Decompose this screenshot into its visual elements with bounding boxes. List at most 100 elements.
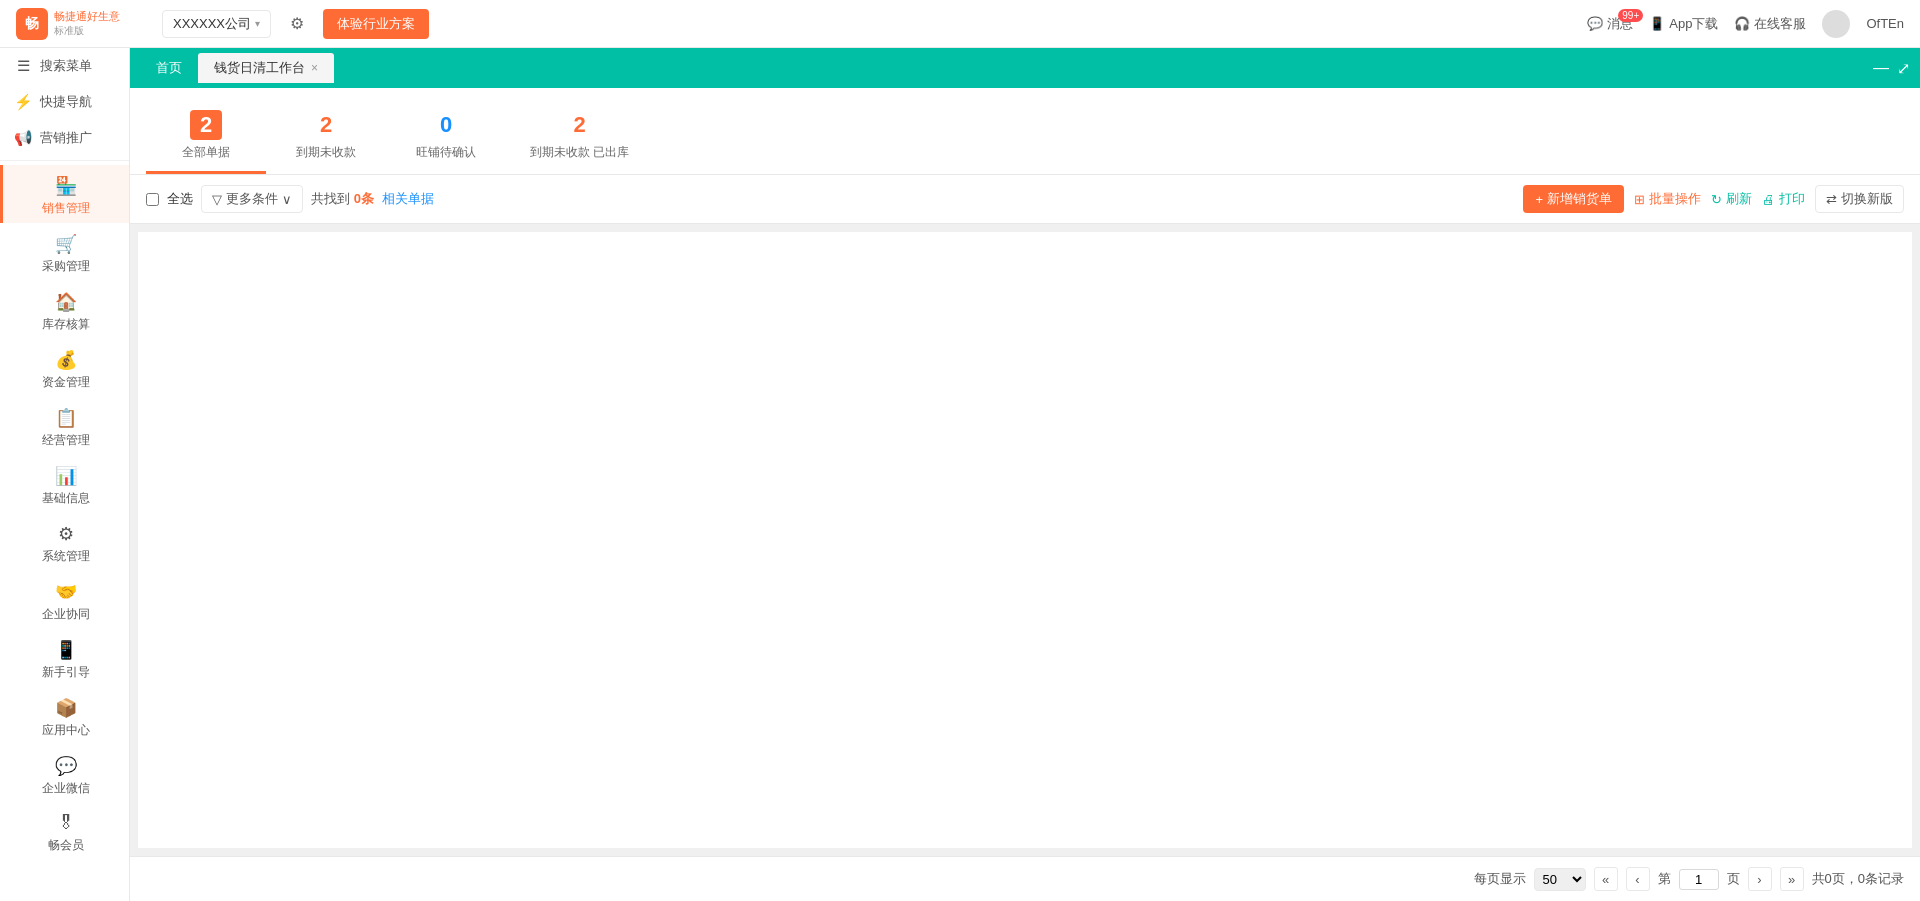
logo-area: 畅 畅捷通好生意 标准版: [16, 8, 146, 40]
company-selector[interactable]: XXXXXX公司 ▾: [162, 10, 271, 38]
stat-number-overdue-out: 2: [566, 110, 594, 140]
sidebar-item-marketing[interactable]: 📢 营销推广: [0, 120, 129, 156]
switch-icon: ⇄: [1826, 192, 1837, 207]
top-bar: 畅 畅捷通好生意 标准版 XXXXXX公司 ▾ ⚙ 体验行业方案 💬 消息 99…: [0, 0, 1920, 48]
logo-sub: 标准版: [54, 24, 120, 38]
sidebar-item-wechat[interactable]: 💬 企业微信: [0, 745, 129, 803]
logo-icon: 畅: [16, 8, 48, 40]
operations-icon: 📋: [55, 407, 77, 429]
sidebar-item-basic[interactable]: 📊 基础信息: [0, 455, 129, 513]
purchase-icon: 🛒: [55, 233, 77, 255]
online-service-button[interactable]: 🎧 在线客服: [1734, 15, 1806, 33]
pagination: 每页显示 50 100 200 « ‹ 第 页 › » 共0页，0条记录: [130, 856, 1920, 901]
tab-minimize-icon[interactable]: —: [1873, 59, 1889, 78]
member-icon: 🎖: [57, 813, 75, 834]
refresh-button[interactable]: ↻ 刷新: [1711, 190, 1752, 208]
page-input[interactable]: [1679, 869, 1719, 890]
stat-number-all: 2: [190, 110, 222, 140]
stat-label-pending: 旺铺待确认: [416, 144, 476, 161]
page-suffix: 页: [1727, 870, 1740, 888]
filter-icon: ▽: [212, 192, 222, 207]
first-page-button[interactable]: «: [1594, 867, 1618, 891]
settings-icon[interactable]: ⚙: [281, 8, 313, 40]
search-icon: ☰: [14, 57, 32, 75]
stat-label-all: 全部单据: [182, 144, 230, 161]
sidebar-item-operations[interactable]: 📋 经营管理: [0, 397, 129, 455]
total-records: 共0页，0条记录: [1812, 870, 1904, 888]
chevron-down-icon: ▾: [255, 18, 260, 29]
prev-page-button[interactable]: ‹: [1626, 867, 1650, 891]
tab-close-icon[interactable]: ×: [311, 61, 318, 75]
found-text: 共找到 0条: [311, 190, 374, 208]
message-icon: 💬: [1587, 16, 1603, 31]
print-button[interactable]: 🖨 打印: [1762, 190, 1805, 208]
stat-number-overdue: 2: [312, 110, 340, 140]
sales-icon: 🏪: [55, 175, 77, 197]
stat-card-overdue-out[interactable]: 2 到期未收款 已出库: [506, 100, 653, 174]
sidebar: ☰ 搜索菜单 ⚡ 快捷导航 📢 营销推广 🏪 销售管理 🛒 采购管理 🏠 库存核…: [0, 48, 130, 901]
select-all-label: 全选: [167, 190, 193, 208]
per-page-label: 每页显示: [1474, 870, 1526, 888]
layout: ☰ 搜索菜单 ⚡ 快捷导航 📢 营销推广 🏪 销售管理 🛒 采购管理 🏠 库存核…: [0, 48, 1920, 901]
basic-icon: 📊: [55, 465, 77, 487]
sidebar-item-search[interactable]: ☰ 搜索菜单: [0, 48, 129, 84]
toolbar-right: + 新增销货单 ⊞ 批量操作 ↻ 刷新 🖨 打印: [1523, 185, 1904, 213]
stat-card-all[interactable]: 2 全部单据: [146, 100, 266, 174]
sidebar-item-sales[interactable]: 🏪 销售管理: [0, 165, 129, 223]
tab-bar: 首页 钱货日清工作台 × — ⤢: [130, 48, 1920, 88]
avatar[interactable]: [1822, 10, 1850, 38]
app-download-button[interactable]: 📱 App下载: [1649, 15, 1718, 33]
sidebar-item-system[interactable]: ⚙ 系统管理: [0, 513, 129, 571]
sidebar-item-apps[interactable]: 📦 应用中心: [0, 687, 129, 745]
select-all-checkbox[interactable]: [146, 193, 159, 206]
message-button[interactable]: 💬 消息 99+: [1587, 15, 1633, 33]
add-sale-button[interactable]: + 新增销货单: [1523, 185, 1624, 213]
stat-label-overdue-out: 到期未收款 已出库: [530, 144, 629, 161]
sidebar-item-purchase[interactable]: 🛒 采购管理: [0, 223, 129, 281]
toolbar-left: 全选 ▽ 更多条件 ∨ 共找到 0条 相关单据: [146, 185, 1513, 213]
sidebar-item-enterprise[interactable]: 🤝 企业协同: [0, 571, 129, 629]
filter-button[interactable]: ▽ 更多条件 ∨: [201, 185, 303, 213]
download-icon: 📱: [1649, 16, 1665, 31]
page-label: 第: [1658, 870, 1671, 888]
last-page-button[interactable]: »: [1780, 867, 1804, 891]
refresh-icon: ↻: [1711, 192, 1722, 207]
tab-right-controls: — ⤢: [1873, 59, 1910, 78]
stat-number-pending: 0: [432, 110, 460, 140]
logo-text: 畅捷通好生意: [54, 9, 120, 23]
switch-version-button[interactable]: ⇄ 切换新版: [1815, 185, 1904, 213]
next-page-button[interactable]: ›: [1748, 867, 1772, 891]
per-page-select[interactable]: 50 100 200: [1534, 868, 1586, 891]
top-right: 💬 消息 99+ 📱 App下载 🎧 在线客服 OfTEn: [1587, 10, 1904, 38]
stats-area: 2 全部单据 2 到期未收款 0 旺铺待确认: [130, 88, 1920, 175]
page-content: 2 全部单据 2 到期未收款 0 旺铺待确认: [130, 88, 1920, 901]
add-icon: +: [1535, 192, 1543, 207]
tab-maximize-icon[interactable]: ⤢: [1897, 59, 1910, 78]
stat-card-overdue[interactable]: 2 到期未收款: [266, 100, 386, 174]
tab-active[interactable]: 钱货日清工作台 ×: [198, 53, 334, 83]
stat-card-pending[interactable]: 0 旺铺待确认: [386, 100, 506, 174]
user-name[interactable]: OfTEn: [1866, 16, 1904, 31]
sidebar-item-finance[interactable]: 💰 资金管理: [0, 339, 129, 397]
sidebar-item-newbie[interactable]: 📱 新手引导: [0, 629, 129, 687]
wechat-icon: 💬: [55, 755, 77, 777]
quicknav-icon: ⚡: [14, 93, 32, 111]
apps-icon: 📦: [55, 697, 77, 719]
tab-home[interactable]: 首页: [140, 53, 198, 83]
finance-icon: 💰: [55, 349, 77, 371]
sidebar-item-member[interactable]: 🎖 畅会员: [0, 803, 129, 860]
enterprise-icon: 🤝: [55, 581, 77, 603]
stats-cards: 2 全部单据 2 到期未收款 0 旺铺待确认: [146, 100, 1904, 174]
sidebar-item-inventory[interactable]: 🏠 库存核算: [0, 281, 129, 339]
inventory-icon: 🏠: [55, 291, 77, 313]
message-badge: 99+: [1618, 9, 1643, 22]
trial-button[interactable]: 体验行业方案: [323, 9, 429, 39]
related-link[interactable]: 相关单据: [382, 190, 434, 208]
batch-button[interactable]: ⊞ 批量操作: [1634, 190, 1701, 208]
main-content: 首页 钱货日清工作台 × — ⤢ 2 全部单据: [130, 48, 1920, 901]
toolbar: 全选 ▽ 更多条件 ∨ 共找到 0条 相关单据 +: [130, 175, 1920, 224]
sidebar-item-quicknav[interactable]: ⚡ 快捷导航: [0, 84, 129, 120]
system-icon: ⚙: [58, 523, 74, 545]
company-name: XXXXXX公司: [173, 15, 251, 33]
chevron-icon: ∨: [282, 192, 292, 207]
